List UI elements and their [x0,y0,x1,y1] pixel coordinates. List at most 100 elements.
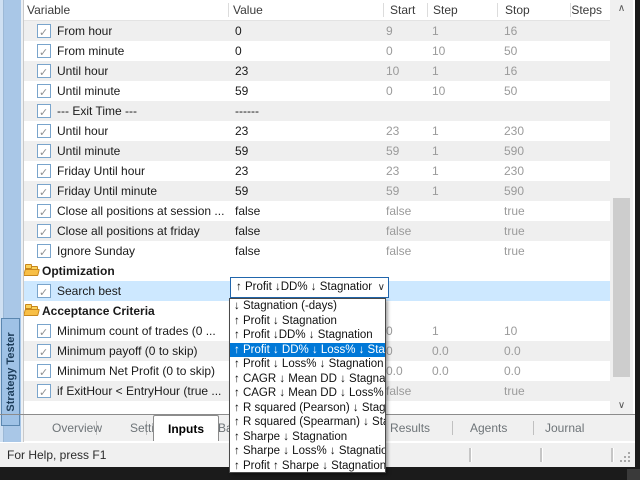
table-row[interactable]: ✓ From minute 0 0 10 50 [24,41,610,61]
row-stop[interactable]: 50 [504,41,517,61]
row-value[interactable]: false [235,201,260,221]
row-checkbox[interactable]: ✓ [37,64,51,79]
row-stop[interactable]: true [504,381,525,401]
row-stop[interactable]: true [504,201,525,221]
row-stop[interactable]: 16 [504,21,517,41]
row-start[interactable]: 23 [386,161,399,181]
row-step[interactable]: 0.0 [432,361,449,381]
row-checkbox[interactable]: ✓ [37,324,51,339]
row-start[interactable]: 23 [386,121,399,141]
row-checkbox[interactable]: ✓ [37,284,51,299]
table-row[interactable]: ✓ Until hour 23 10 1 16 [24,61,610,81]
row-stop[interactable]: true [504,221,525,241]
table-row[interactable]: ✓ Friday Until minute 59 59 1 590 [24,181,610,201]
row-checkbox[interactable]: ✓ [37,384,51,399]
row-start[interactable]: 10 [386,61,399,81]
dropdown-item[interactable]: ↓ Stagnation (-days) [230,299,385,314]
row-stop[interactable]: 230 [504,161,524,181]
row-step[interactable]: 1 [432,161,439,181]
vertical-scrollbar[interactable]: ∧ ∨ [610,0,633,415]
dropdown-item[interactable]: ↑ Profit ↓DD% ↓ Stagnation [230,328,385,343]
row-value[interactable]: 23 [235,161,248,181]
row-checkbox[interactable]: ✓ [37,24,51,39]
table-row[interactable]: ✓ Close all positions at friday false fa… [24,221,610,241]
row-value[interactable]: false [235,241,260,261]
resize-grip[interactable] [620,452,631,463]
row-step[interactable]: 10 [432,81,445,101]
row-checkbox[interactable]: ✓ [37,224,51,239]
column-header-steps[interactable]: Steps [571,0,602,20]
row-stop[interactable]: 50 [504,81,517,101]
column-header-step[interactable]: Step [433,0,458,20]
table-row[interactable]: ✓ Until minute 59 0 10 50 [24,81,610,101]
row-value[interactable]: 0 [235,41,242,61]
row-start[interactable]: false [386,201,411,221]
row-checkbox[interactable]: ✓ [37,204,51,219]
dropdown-item[interactable]: ↑ Profit ↓ Stagnation [230,314,385,329]
row-value[interactable]: 23 [235,61,248,81]
row-checkbox[interactable]: ✓ [37,44,51,59]
row-start[interactable]: false [386,241,411,261]
dropdown-item[interactable]: ↑ Profit ↓ DD% ↓ Loss% ↓ Stagnation [230,342,385,358]
row-stop[interactable]: 0.0 [504,361,521,381]
dropdown-item[interactable]: ↑ CAGR ↓ Mean DD ↓ Loss% ↓ Stagnation [230,386,385,401]
row-step[interactable]: 1 [432,321,439,341]
row-start[interactable]: 0 [386,321,393,341]
row-start[interactable]: 0 [386,81,393,101]
dropdown-item[interactable]: ↑ CAGR ↓ Mean DD ↓ Stagnation [230,372,385,387]
row-checkbox[interactable]: ✓ [37,144,51,159]
scroll-up-icon[interactable]: ∧ [610,1,633,17]
row-start[interactable]: 59 [386,181,399,201]
table-row[interactable]: ✓ Until hour 23 23 1 230 [24,121,610,141]
row-step[interactable]: 1 [432,141,439,161]
row-stop[interactable]: 10 [504,321,517,341]
row-start[interactable]: false [386,221,411,241]
row-step[interactable]: 1 [432,21,439,41]
row-start[interactable]: 0 [386,341,393,361]
tab-inputs[interactable]: Inputs [153,415,219,441]
row-start[interactable]: 0.0 [386,361,403,381]
row-checkbox[interactable]: ✓ [37,364,51,379]
search-best-combobox[interactable]: ↑ Profit ↓DD% ↓ Stagnation ∨ [230,277,389,298]
row-start[interactable]: 59 [386,141,399,161]
chevron-down-icon[interactable]: ∨ [378,278,385,297]
dropdown-item[interactable]: ↑ R squared (Pearson) ↓ Stagnation [230,401,385,416]
row-step[interactable]: 1 [432,181,439,201]
scrollbar-thumb[interactable] [613,198,630,377]
table-row[interactable]: ✓ Until minute 59 59 1 590 [24,141,610,161]
row-checkbox[interactable]: ✓ [37,344,51,359]
outer-resize-corner[interactable] [627,469,640,480]
dropdown-item[interactable]: ↑ Profit ↑ Sharpe ↓ Stagnation [230,459,385,474]
column-header-start[interactable]: Start [390,0,415,20]
row-value[interactable]: ------ [235,101,259,121]
row-value[interactable]: 0 [235,21,242,41]
row-checkbox[interactable]: ✓ [37,124,51,139]
table-row[interactable]: ✓ --- Exit Time --- ------ [24,101,610,121]
row-start[interactable]: 0 [386,41,393,61]
row-step[interactable]: 0.0 [432,341,449,361]
column-header-stop[interactable]: Stop [505,0,530,20]
row-step[interactable]: 10 [432,41,445,61]
row-stop[interactable]: 590 [504,181,524,201]
row-checkbox[interactable]: ✓ [37,104,51,119]
row-value[interactable]: 23 [235,121,248,141]
row-value[interactable]: 59 [235,81,248,101]
row-start[interactable]: false [386,381,411,401]
table-row[interactable]: ✓ From hour 0 9 1 16 [24,21,610,41]
row-value[interactable]: 59 [235,141,248,161]
table-row[interactable]: ✓ Close all positions at session ... fal… [24,201,610,221]
dropdown-item[interactable]: ↑ Profit ↓ Loss% ↓ Stagnation [230,357,385,372]
column-header-variable[interactable]: Variable [27,0,70,20]
row-checkbox[interactable]: ✓ [37,164,51,179]
dropdown-item[interactable]: ↑ Sharpe ↓ Stagnation [230,430,385,445]
row-checkbox[interactable]: ✓ [37,84,51,99]
row-step[interactable]: 1 [432,61,439,81]
row-stop[interactable]: true [504,241,525,261]
row-value[interactable]: 59 [235,181,248,201]
strategy-tester-vertical-tab[interactable]: Strategy Tester [1,318,20,426]
column-header-value[interactable]: Value [233,0,263,20]
table-row[interactable]: ✓ Friday Until hour 23 23 1 230 [24,161,610,181]
tab-journal[interactable]: Journal [545,415,584,441]
tab-agents[interactable]: Agents [470,415,507,441]
row-stop[interactable]: 0.0 [504,341,521,361]
